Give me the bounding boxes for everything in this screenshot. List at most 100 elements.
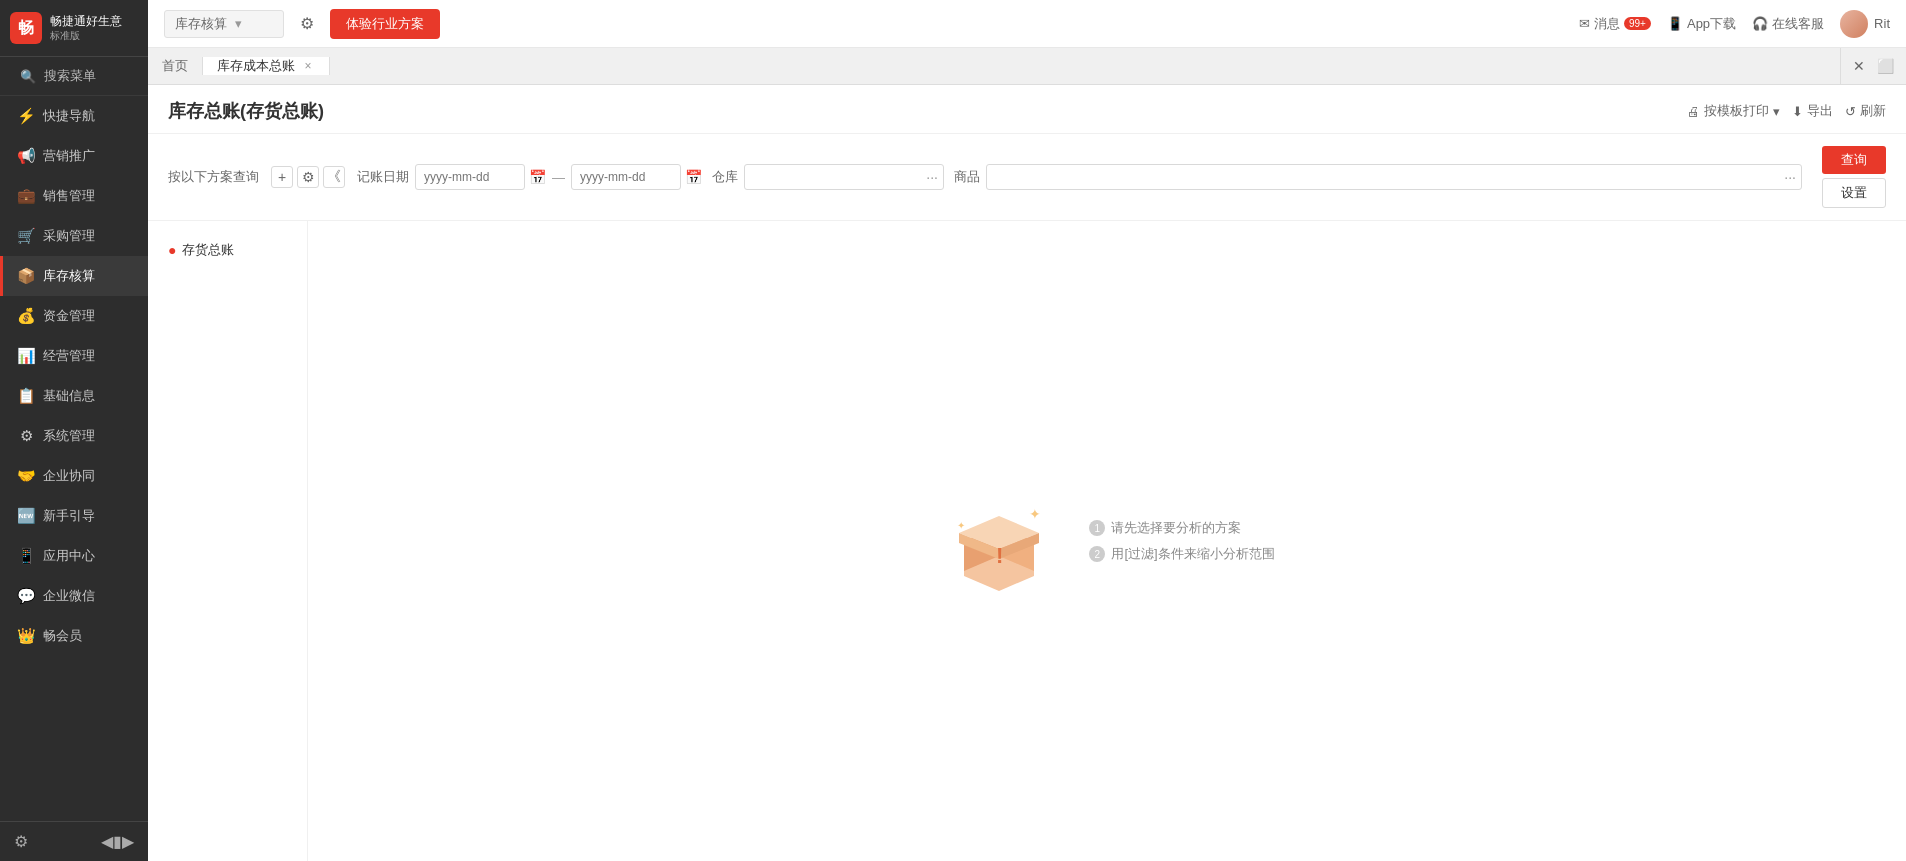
- step-num-1: 1: [1089, 520, 1105, 536]
- page-header: 库存总账(存货总账) 🖨 按模板打印 ▾ ⬇ 导出 ↺ 刷新: [148, 85, 1906, 134]
- avatar: [1840, 10, 1868, 38]
- system-icon: ⚙: [17, 427, 35, 445]
- filter-content-area: ● 存货总账: [148, 221, 1906, 861]
- export-btn[interactable]: ⬇ 导出: [1792, 102, 1833, 120]
- print-btn[interactable]: 🖨 按模板打印 ▾: [1687, 102, 1780, 120]
- filter-collapse-btn[interactable]: 《: [323, 166, 345, 188]
- marketing-icon: 📢: [17, 147, 35, 165]
- sidebar-fold-btn[interactable]: ◀▮▶: [101, 832, 134, 851]
- message-btn[interactable]: ✉ 消息 99+: [1579, 15, 1651, 33]
- filter-bar: 按以下方案查询 + ⚙ 《 记账日期 📅: [148, 134, 1906, 221]
- query-button[interactable]: 查询: [1822, 146, 1886, 174]
- step-num-2: 2: [1089, 546, 1105, 562]
- sidebar-item-purchase[interactable]: 🛒 采购管理: [0, 216, 148, 256]
- purchase-icon: 🛒: [17, 227, 35, 245]
- settings-button[interactable]: 设置: [1822, 178, 1886, 208]
- gear-small-icon: ⚙: [302, 169, 315, 185]
- sidebar-item-sales[interactable]: 💼 销售管理: [0, 176, 148, 216]
- date-label: 记账日期: [357, 168, 409, 186]
- product-more-icon[interactable]: ···: [1784, 169, 1796, 185]
- headset-icon: 🎧: [1752, 16, 1768, 31]
- empty-hint-2: 2 用[过滤]条件来缩小分析范围: [1089, 545, 1274, 563]
- user-area[interactable]: Rit: [1840, 10, 1890, 38]
- appcenter-icon: 📱: [17, 547, 35, 565]
- scheme-sidebar: ● 存货总账: [148, 221, 308, 861]
- wechat-icon: 💬: [17, 587, 35, 605]
- search-icon: 🔍: [20, 69, 36, 84]
- empty-state: ! ✦ ✦ 1 请先选择要分析的方案 2 用[过滤]条件来缩小分析范围: [308, 221, 1906, 861]
- quick-nav-icon: ⚡: [17, 107, 35, 125]
- topbar-left: 库存核算 ▾ ⚙ 体验行业方案: [164, 9, 1579, 39]
- calendar-start-icon[interactable]: 📅: [529, 169, 546, 185]
- industry-btn[interactable]: 体验行业方案: [330, 9, 440, 39]
- warehouse-label: 仓库: [712, 168, 738, 186]
- page-title: 库存总账(存货总账): [168, 99, 324, 123]
- topbar-gear-btn[interactable]: ⚙: [292, 9, 322, 39]
- sidebar: 畅 畅捷通好生意 标准版 🔍 搜索菜单 ⚡ 快捷导航 📢 营销推广 💼 销售管理…: [0, 0, 148, 861]
- sidebar-item-marketing[interactable]: 📢 营销推广: [0, 136, 148, 176]
- sidebar-item-inventory[interactable]: 📦 库存核算: [0, 256, 148, 296]
- sidebar-footer: ⚙ ◀▮▶: [0, 821, 148, 861]
- filter-settings-btn[interactable]: ⚙: [297, 166, 319, 188]
- filter-add-btn[interactable]: +: [271, 166, 293, 188]
- svg-text:✦: ✦: [957, 520, 965, 531]
- app-download-btn[interactable]: 📱 App下载: [1667, 15, 1736, 33]
- scheme-ledger-icon: ●: [168, 242, 176, 258]
- sidebar-item-cooperation[interactable]: 🤝 企业协同: [0, 456, 148, 496]
- date-end-input[interactable]: [571, 164, 681, 190]
- tab-close-panel-btn[interactable]: ✕: [1849, 56, 1869, 76]
- print-dropdown-icon: ▾: [1773, 104, 1780, 119]
- warehouse-input-wrap: ···: [744, 164, 944, 190]
- tab-list: 首页 库存成本总账 ×: [148, 57, 1840, 75]
- topbar-right: ✉ 消息 99+ 📱 App下载 🎧 在线客服 Rit: [1579, 10, 1890, 38]
- date-start-input[interactable]: [415, 164, 525, 190]
- warehouse-input[interactable]: [744, 164, 944, 190]
- sidebar-item-finance[interactable]: 💰 资金管理: [0, 296, 148, 336]
- sidebar-nav: ⚡ 快捷导航 📢 营销推广 💼 销售管理 🛒 采购管理 📦 库存核算 💰 资金管…: [0, 96, 148, 821]
- scheme-ledger-item[interactable]: ● 存货总账: [158, 233, 297, 267]
- refresh-btn[interactable]: ↺ 刷新: [1845, 102, 1886, 120]
- empty-hint-1: 1 请先选择要分析的方案: [1089, 519, 1274, 537]
- user-name: Rit: [1874, 16, 1890, 31]
- date-input-start-wrap: 📅: [415, 164, 546, 190]
- sidebar-item-basic[interactable]: 📋 基础信息: [0, 376, 148, 416]
- sidebar-item-member[interactable]: 👑 畅会员: [0, 616, 148, 656]
- sidebar-settings-btn[interactable]: ⚙: [14, 832, 28, 851]
- sidebar-item-system[interactable]: ⚙ 系统管理: [0, 416, 148, 456]
- sidebar-item-appcenter[interactable]: 📱 应用中心: [0, 536, 148, 576]
- topbar-breadcrumb[interactable]: 库存核算 ▾: [164, 10, 284, 38]
- export-icon: ⬇: [1792, 104, 1803, 119]
- product-label: 商品: [954, 168, 980, 186]
- online-support-btn[interactable]: 🎧 在线客服: [1752, 15, 1824, 33]
- finance-icon: 💰: [17, 307, 35, 325]
- tab-expand-btn[interactable]: ⬜: [1873, 56, 1898, 76]
- sidebar-item-operations[interactable]: 📊 经营管理: [0, 336, 148, 376]
- warehouse-more-icon[interactable]: ···: [926, 169, 938, 185]
- tab-home[interactable]: 首页: [148, 57, 203, 75]
- basic-icon: 📋: [17, 387, 35, 405]
- product-input[interactable]: [986, 164, 1802, 190]
- empty-box-svg: ! ✦ ✦: [939, 481, 1059, 601]
- cooperation-icon: 🤝: [17, 467, 35, 485]
- product-filter-group: 商品 ···: [954, 164, 1802, 190]
- sidebar-item-quick-nav[interactable]: ⚡ 快捷导航: [0, 96, 148, 136]
- main-area: 库存核算 ▾ ⚙ 体验行业方案 ✉ 消息 99+ 📱 App下载 🎧 在线客服: [148, 0, 1906, 861]
- tab-area: 首页 库存成本总账 × ✕ ⬜: [148, 48, 1906, 85]
- tab-inventory-ledger[interactable]: 库存成本总账 ×: [203, 57, 330, 75]
- filter-label: 按以下方案查询: [168, 168, 259, 186]
- page-content: 库存总账(存货总账) 🖨 按模板打印 ▾ ⬇ 导出 ↺ 刷新 按以下方案查询: [148, 85, 1906, 861]
- sidebar-item-wechat[interactable]: 💬 企业微信: [0, 576, 148, 616]
- calendar-end-icon[interactable]: 📅: [685, 169, 702, 185]
- tab-close-btn[interactable]: ×: [301, 59, 315, 73]
- message-icon: ✉: [1579, 16, 1590, 31]
- tab-right-controls: ✕ ⬜: [1840, 48, 1906, 84]
- sales-icon: 💼: [17, 187, 35, 205]
- chevron-down-icon: ▾: [235, 16, 242, 31]
- product-input-wrap: ···: [986, 164, 1802, 190]
- logo-icon: 畅: [10, 12, 42, 44]
- date-input-end-wrap: 📅: [571, 164, 702, 190]
- empty-illustration: ! ✦ ✦: [939, 481, 1059, 601]
- sidebar-item-newguide[interactable]: 🆕 新手引导: [0, 496, 148, 536]
- sidebar-search[interactable]: 🔍 搜索菜单: [0, 57, 148, 96]
- operations-icon: 📊: [17, 347, 35, 365]
